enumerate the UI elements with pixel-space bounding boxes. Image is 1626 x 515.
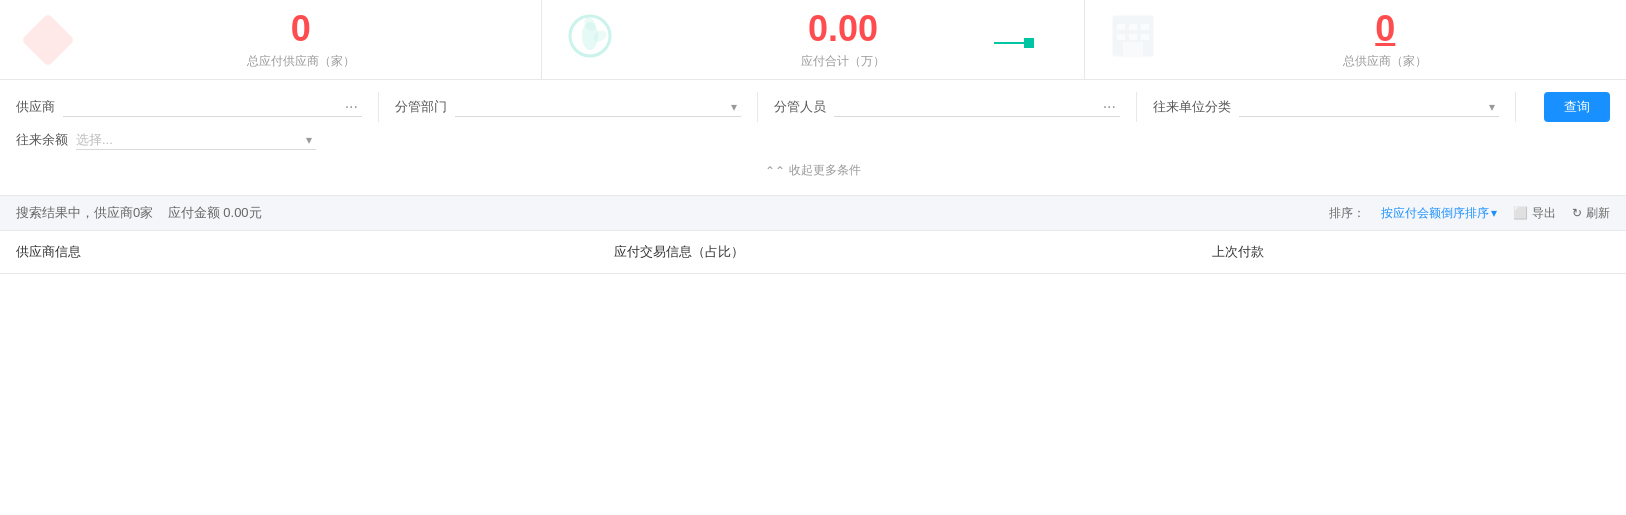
department-arrow-icon[interactable]: ▾ — [727, 100, 741, 114]
diamond-icon: ◆ — [20, 12, 76, 68]
divider-2 — [757, 92, 758, 122]
balance-arrow-icon[interactable]: ▾ — [302, 133, 316, 147]
department-input-wrapper: ▾ — [455, 97, 741, 117]
table-body — [0, 274, 1626, 515]
result-bar: 搜索结果中，供应商0家 应付金额 0.00元 排序： 按应付会额倒序排序 ▾ ⬜… — [0, 196, 1626, 231]
payable-total-label: 应付合计（万） — [801, 53, 885, 70]
filter-department: 分管部门 ▾ — [395, 97, 741, 117]
supplier-label: 供应商 — [16, 98, 55, 116]
export-icon: ⬜ — [1513, 206, 1528, 220]
refresh-button[interactable]: ↻ 刷新 — [1572, 205, 1610, 222]
person-input[interactable] — [834, 97, 1099, 116]
collapse-bar: ⌃⌃ 收起更多条件 — [16, 158, 1610, 187]
svg-text:◆: ◆ — [42, 32, 55, 48]
filter-supplier: 供应商 ··· — [16, 97, 362, 117]
payable-suppliers-number: 0 — [291, 9, 311, 49]
total-suppliers-label: 总供应商（家） — [1343, 53, 1427, 70]
filter-balance: 往来余额 ▾ — [16, 130, 316, 150]
svg-rect-12 — [1141, 34, 1149, 40]
person-input-wrapper: ··· — [834, 97, 1120, 117]
result-supplier-count: 搜索结果中，供应商0家 — [16, 205, 153, 220]
stats-bar: ◆ 0 总应付供应商（家） 快速录单的快捷键说明在这里 × — [0, 0, 1626, 80]
stat-total-payable-suppliers: ◆ 0 总应付供应商（家） — [0, 0, 542, 79]
unit-category-label: 往来单位分类 — [1153, 98, 1231, 116]
filter-row-2: 往来余额 ▾ — [16, 130, 1610, 150]
department-label: 分管部门 — [395, 98, 447, 116]
unit-category-input[interactable] — [1239, 97, 1485, 116]
divider-4 — [1515, 92, 1516, 122]
table-header: 供应商信息 应付交易信息（占比） 上次付款 — [0, 231, 1626, 274]
payable-total-number: 0.00 — [808, 9, 878, 49]
sort-button[interactable]: 按应付会额倒序排序 ▾ — [1381, 205, 1497, 222]
sort-arrow-icon: ▾ — [1491, 206, 1497, 220]
page-wrapper: ◆ 0 总应付供应商（家） 快速录单的快捷键说明在这里 × — [0, 0, 1626, 515]
building-icon — [1105, 8, 1161, 64]
department-input[interactable] — [455, 97, 727, 116]
filter-unit-category: 往来单位分类 ▾ — [1153, 97, 1499, 117]
collapse-up-icon: ⌃⌃ — [765, 164, 785, 178]
refresh-label: 刷新 — [1586, 205, 1610, 222]
rice-icon — [562, 8, 618, 64]
svg-rect-13 — [1123, 42, 1143, 56]
person-label: 分管人员 — [774, 98, 826, 116]
total-suppliers-number: 0 — [1375, 9, 1395, 49]
collapse-button[interactable]: ⌃⌃ 收起更多条件 — [765, 162, 861, 179]
filter-row-1: 供应商 ··· 分管部门 ▾ 分管人员 — [16, 92, 1610, 122]
supplier-input-wrapper: ··· — [63, 97, 362, 117]
stat-payable-total: 快速录单的快捷键说明在这里 × 0.00 应付合计（万） — [542, 0, 1084, 79]
supplier-input[interactable] — [63, 97, 341, 116]
export-label: 导出 — [1532, 205, 1556, 222]
col-trade-info-header: 应付交易信息（占比） — [614, 243, 1212, 261]
payable-suppliers-label: 总应付供应商（家） — [247, 53, 355, 70]
svg-rect-11 — [1129, 34, 1137, 40]
query-button[interactable]: 查询 — [1544, 92, 1610, 122]
divider-1 — [378, 92, 379, 122]
refresh-icon: ↻ — [1572, 206, 1582, 220]
svg-rect-7 — [1117, 24, 1125, 30]
balance-input[interactable] — [76, 130, 302, 149]
unit-category-input-wrapper: ▾ — [1239, 97, 1499, 117]
result-info: 搜索结果中，供应商0家 应付金额 0.00元 — [16, 204, 262, 222]
stat-total-suppliers: 0 总供应商（家） — [1085, 0, 1626, 79]
result-actions: 排序： 按应付会额倒序排序 ▾ ⬜ 导出 ↻ 刷新 — [1329, 205, 1610, 222]
divider-3 — [1136, 92, 1137, 122]
svg-rect-10 — [1117, 34, 1125, 40]
tooltip-line — [994, 42, 1024, 44]
unit-category-arrow-icon[interactable]: ▾ — [1485, 100, 1499, 114]
tooltip-dot — [1024, 38, 1034, 48]
supplier-more-icon[interactable]: ··· — [341, 98, 362, 116]
result-amount: 应付金额 0.00元 — [168, 205, 262, 220]
col-supplier-info-header: 供应商信息 — [16, 243, 614, 261]
filter-person: 分管人员 ··· — [774, 97, 1120, 117]
person-more-icon[interactable]: ··· — [1099, 98, 1120, 116]
balance-label: 往来余额 — [16, 131, 68, 149]
balance-input-wrapper: ▾ — [76, 130, 316, 150]
col-last-payment-header: 上次付款 — [1212, 243, 1611, 261]
svg-rect-9 — [1141, 24, 1149, 30]
collapse-label: 收起更多条件 — [789, 162, 861, 179]
svg-rect-8 — [1129, 24, 1137, 30]
sort-prefix: 排序： — [1329, 205, 1365, 222]
sort-label-text: 按应付会额倒序排序 — [1381, 205, 1489, 222]
export-button[interactable]: ⬜ 导出 — [1513, 205, 1556, 222]
filter-bar: 供应商 ··· 分管部门 ▾ 分管人员 — [0, 80, 1626, 196]
